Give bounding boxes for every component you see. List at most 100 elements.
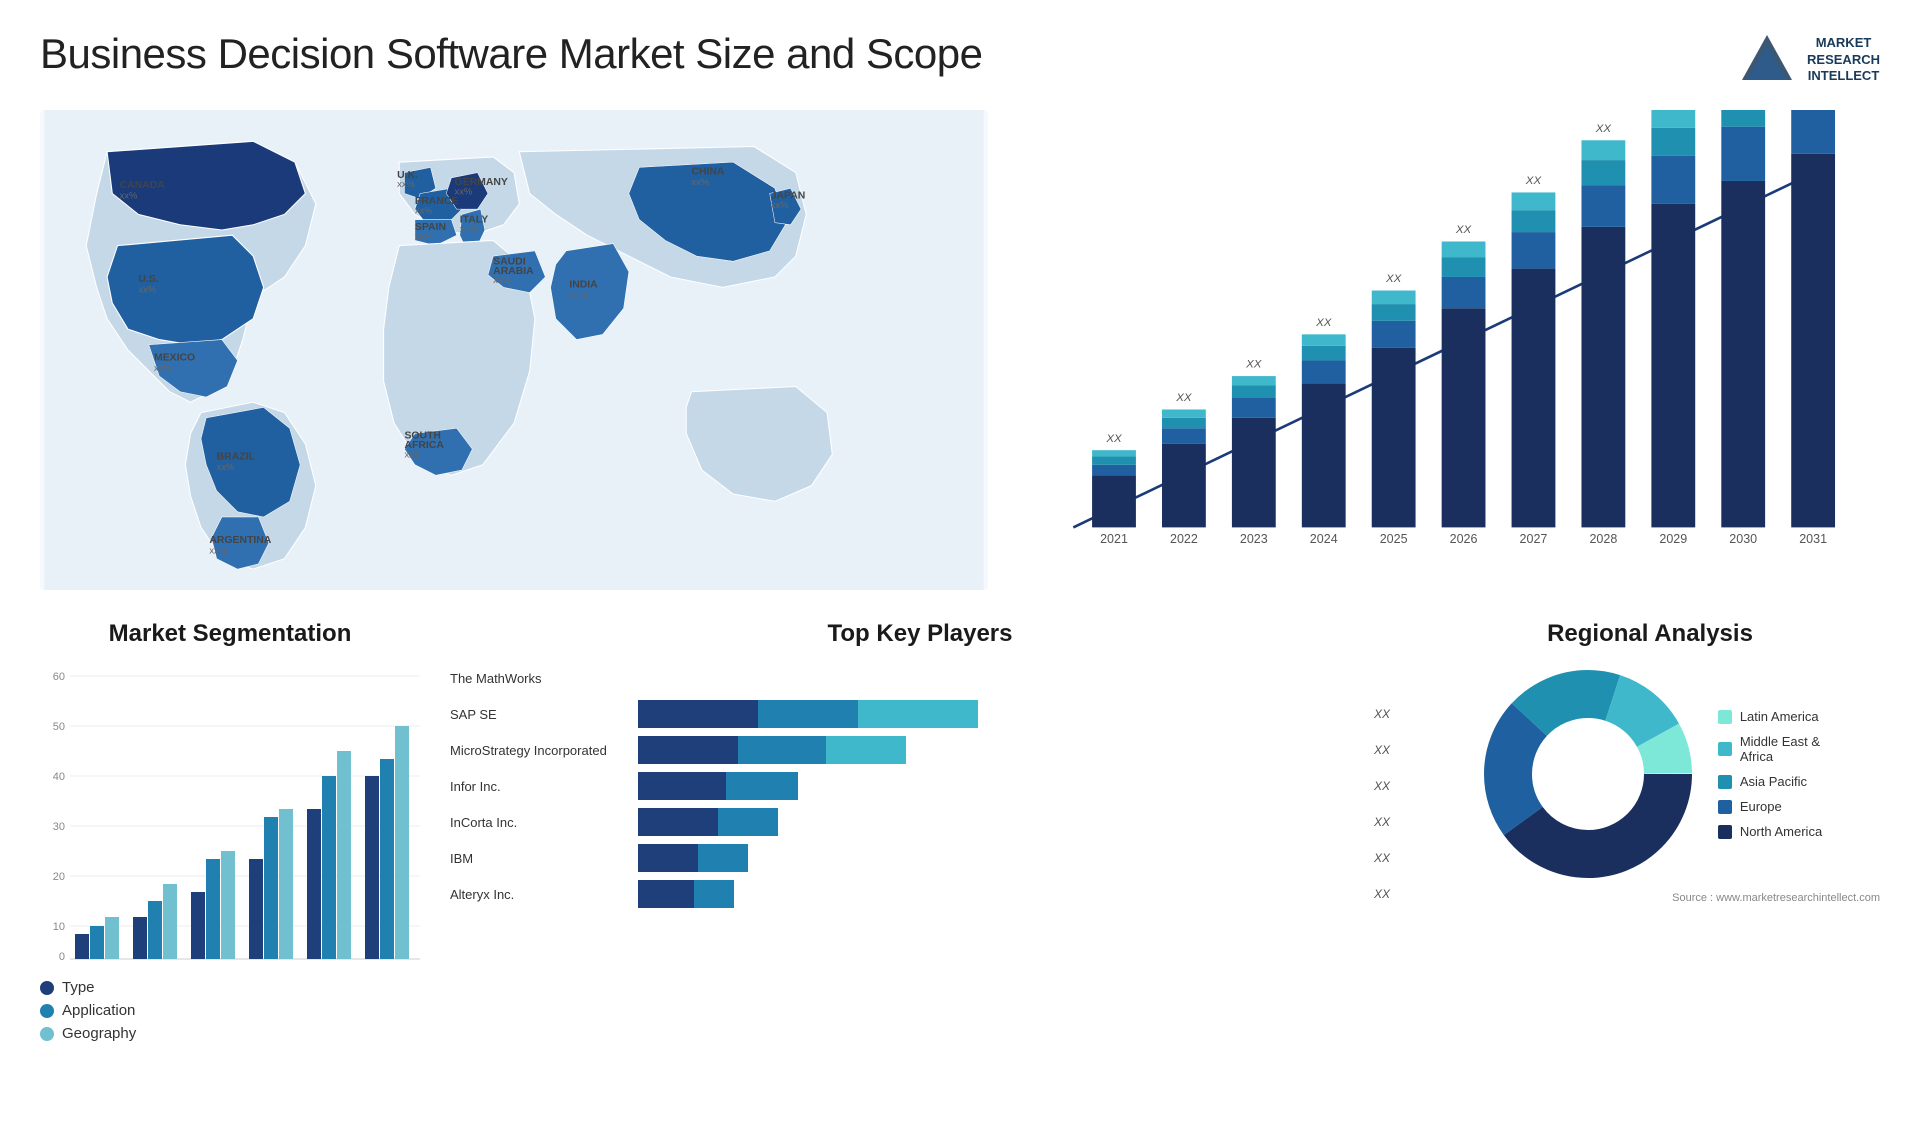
legend-geography: Geography bbox=[40, 1025, 420, 1042]
player-alteryx: Alteryx Inc. XX bbox=[450, 880, 1390, 908]
bar-seg-mid bbox=[718, 808, 778, 836]
svg-text:50: 50 bbox=[53, 721, 65, 733]
legend-application: Application bbox=[40, 1002, 420, 1019]
player-sap: SAP SE XX bbox=[450, 700, 1390, 728]
bar-seg-mid bbox=[726, 772, 798, 800]
geography-dot bbox=[40, 1027, 54, 1041]
legend-latin-america: Latin America bbox=[1718, 709, 1822, 724]
svg-text:XX: XX bbox=[1105, 433, 1123, 445]
world-map-svg: CANADA xx% U.S. xx% MEXICO xx% BRAZIL xx… bbox=[40, 110, 988, 590]
europe-label: Europe bbox=[1740, 799, 1782, 814]
world-map-container: CANADA xx% U.S. xx% MEXICO xx% BRAZIL xx… bbox=[40, 110, 988, 590]
bottom-section: Market Segmentation 60 50 40 30 20 10 0 … bbox=[40, 620, 1880, 1040]
player-bar-incorta bbox=[638, 808, 1360, 836]
regional-panel: Regional Analysis Latin Amer bbox=[1420, 620, 1880, 1040]
svg-text:XX: XX bbox=[1595, 123, 1613, 135]
north-america-label: North America bbox=[1740, 824, 1822, 839]
svg-text:xx%: xx% bbox=[209, 544, 227, 555]
source-text: Source : www.marketresearchintellect.com bbox=[1420, 892, 1880, 904]
player-infor: Infor Inc. XX bbox=[450, 772, 1390, 800]
regional-legend: Latin America Middle East &Africa Asia P… bbox=[1718, 709, 1822, 839]
bar-seg-mid bbox=[738, 736, 826, 764]
player-xx-alteryx: XX bbox=[1374, 887, 1390, 901]
latin-america-dot bbox=[1718, 710, 1732, 724]
middle-east-label: Middle East &Africa bbox=[1740, 734, 1820, 764]
svg-text:2031: 2031 bbox=[1799, 532, 1827, 546]
type-dot bbox=[40, 981, 54, 995]
player-xx-sap: XX bbox=[1374, 707, 1390, 721]
legend-asia-pacific: Asia Pacific bbox=[1718, 774, 1822, 789]
svg-text:xx%: xx% bbox=[493, 274, 511, 285]
north-america-dot bbox=[1718, 825, 1732, 839]
svg-text:2025: 2025 bbox=[1380, 532, 1408, 546]
bar-seg-dark bbox=[638, 808, 718, 836]
bar-seg-light bbox=[826, 736, 906, 764]
svg-text:xx%: xx% bbox=[415, 230, 433, 241]
player-xx-infor: XX bbox=[1374, 779, 1390, 793]
legend-north-america: North America bbox=[1718, 824, 1822, 839]
bar-seg-light bbox=[858, 700, 978, 728]
geography-label: Geography bbox=[62, 1025, 136, 1042]
legend-middle-east-africa: Middle East &Africa bbox=[1718, 734, 1822, 764]
svg-text:XX: XX bbox=[1455, 224, 1473, 236]
players-panel: Top Key Players The MathWorks SAP SE XX bbox=[450, 620, 1390, 1040]
player-xx-ibm: XX bbox=[1374, 851, 1390, 865]
player-name-sap: SAP SE bbox=[450, 707, 630, 722]
regional-donut bbox=[1478, 664, 1698, 884]
svg-text:xx%: xx% bbox=[138, 284, 156, 295]
svg-text:xx%: xx% bbox=[415, 204, 433, 215]
segmentation-legend: Type Application Geography bbox=[40, 979, 420, 1042]
svg-text:2026: 2026 bbox=[1450, 532, 1478, 546]
bar-seg-mid bbox=[758, 700, 858, 728]
svg-text:xx%: xx% bbox=[120, 190, 138, 201]
svg-text:2030: 2030 bbox=[1729, 532, 1757, 546]
svg-text:2024: 2024 bbox=[1310, 532, 1338, 546]
regional-chart: Latin America Middle East &Africa Asia P… bbox=[1420, 664, 1880, 884]
player-microstrategy: MicroStrategy Incorporated XX bbox=[450, 736, 1390, 764]
player-bar-infor bbox=[638, 772, 1360, 800]
svg-text:10: 10 bbox=[53, 921, 65, 933]
svg-text:40: 40 bbox=[53, 771, 65, 783]
bar-seg-dark bbox=[638, 844, 698, 872]
legend-europe: Europe bbox=[1718, 799, 1822, 814]
bar-seg-mid bbox=[694, 880, 734, 908]
top-section: CANADA xx% U.S. xx% MEXICO xx% BRAZIL xx… bbox=[40, 110, 1880, 590]
segmentation-panel: Market Segmentation 60 50 40 30 20 10 0 … bbox=[40, 620, 420, 1040]
application-dot bbox=[40, 1004, 54, 1018]
player-xx-incorta: XX bbox=[1374, 815, 1390, 829]
bar-seg-dark bbox=[638, 880, 694, 908]
player-bar-sap bbox=[638, 700, 1360, 728]
player-ibm: IBM XX bbox=[450, 844, 1390, 872]
players-list: The MathWorks SAP SE XX MicroStrategy In… bbox=[450, 664, 1390, 908]
svg-text:xx%: xx% bbox=[771, 199, 789, 210]
logo-text: MARKET RESEARCH INTELLECT bbox=[1807, 35, 1880, 86]
bar-seg-dark bbox=[638, 700, 758, 728]
type-label: Type bbox=[62, 979, 95, 996]
bar-seg-dark bbox=[638, 736, 738, 764]
latin-america-label: Latin America bbox=[1740, 709, 1819, 724]
svg-text:60: 60 bbox=[53, 671, 65, 683]
svg-text:20: 20 bbox=[53, 871, 65, 883]
players-title: Top Key Players bbox=[450, 620, 1390, 648]
player-name-infor: Infor Inc. bbox=[450, 779, 630, 794]
svg-text:30: 30 bbox=[53, 821, 65, 833]
growth-chart-svg: XX 2021 XX 2022 XX 2023 XX 2024 bbox=[1018, 110, 1880, 590]
regional-title: Regional Analysis bbox=[1420, 620, 1880, 648]
logo: MARKET RESEARCH INTELLECT bbox=[1737, 30, 1880, 90]
player-name-incorta: InCorta Inc. bbox=[450, 815, 630, 830]
svg-text:xx%: xx% bbox=[569, 289, 587, 300]
svg-text:2029: 2029 bbox=[1659, 532, 1687, 546]
svg-text:xx%: xx% bbox=[455, 186, 473, 197]
svg-text:xx%: xx% bbox=[404, 448, 422, 459]
bar-seg-mid bbox=[698, 844, 748, 872]
asia-pacific-label: Asia Pacific bbox=[1740, 774, 1807, 789]
svg-text:2022: 2022 bbox=[1170, 532, 1198, 546]
asia-pacific-dot bbox=[1718, 775, 1732, 789]
segmentation-chart: 60 50 40 30 20 10 0 2021 2022 bbox=[40, 664, 420, 964]
player-bar-ibm bbox=[638, 844, 1360, 872]
svg-text:XX: XX bbox=[1245, 359, 1263, 371]
legend-type: Type bbox=[40, 979, 420, 996]
player-name-alteryx: Alteryx Inc. bbox=[450, 887, 630, 902]
logo-icon bbox=[1737, 30, 1797, 90]
middle-east-dot bbox=[1718, 742, 1732, 756]
